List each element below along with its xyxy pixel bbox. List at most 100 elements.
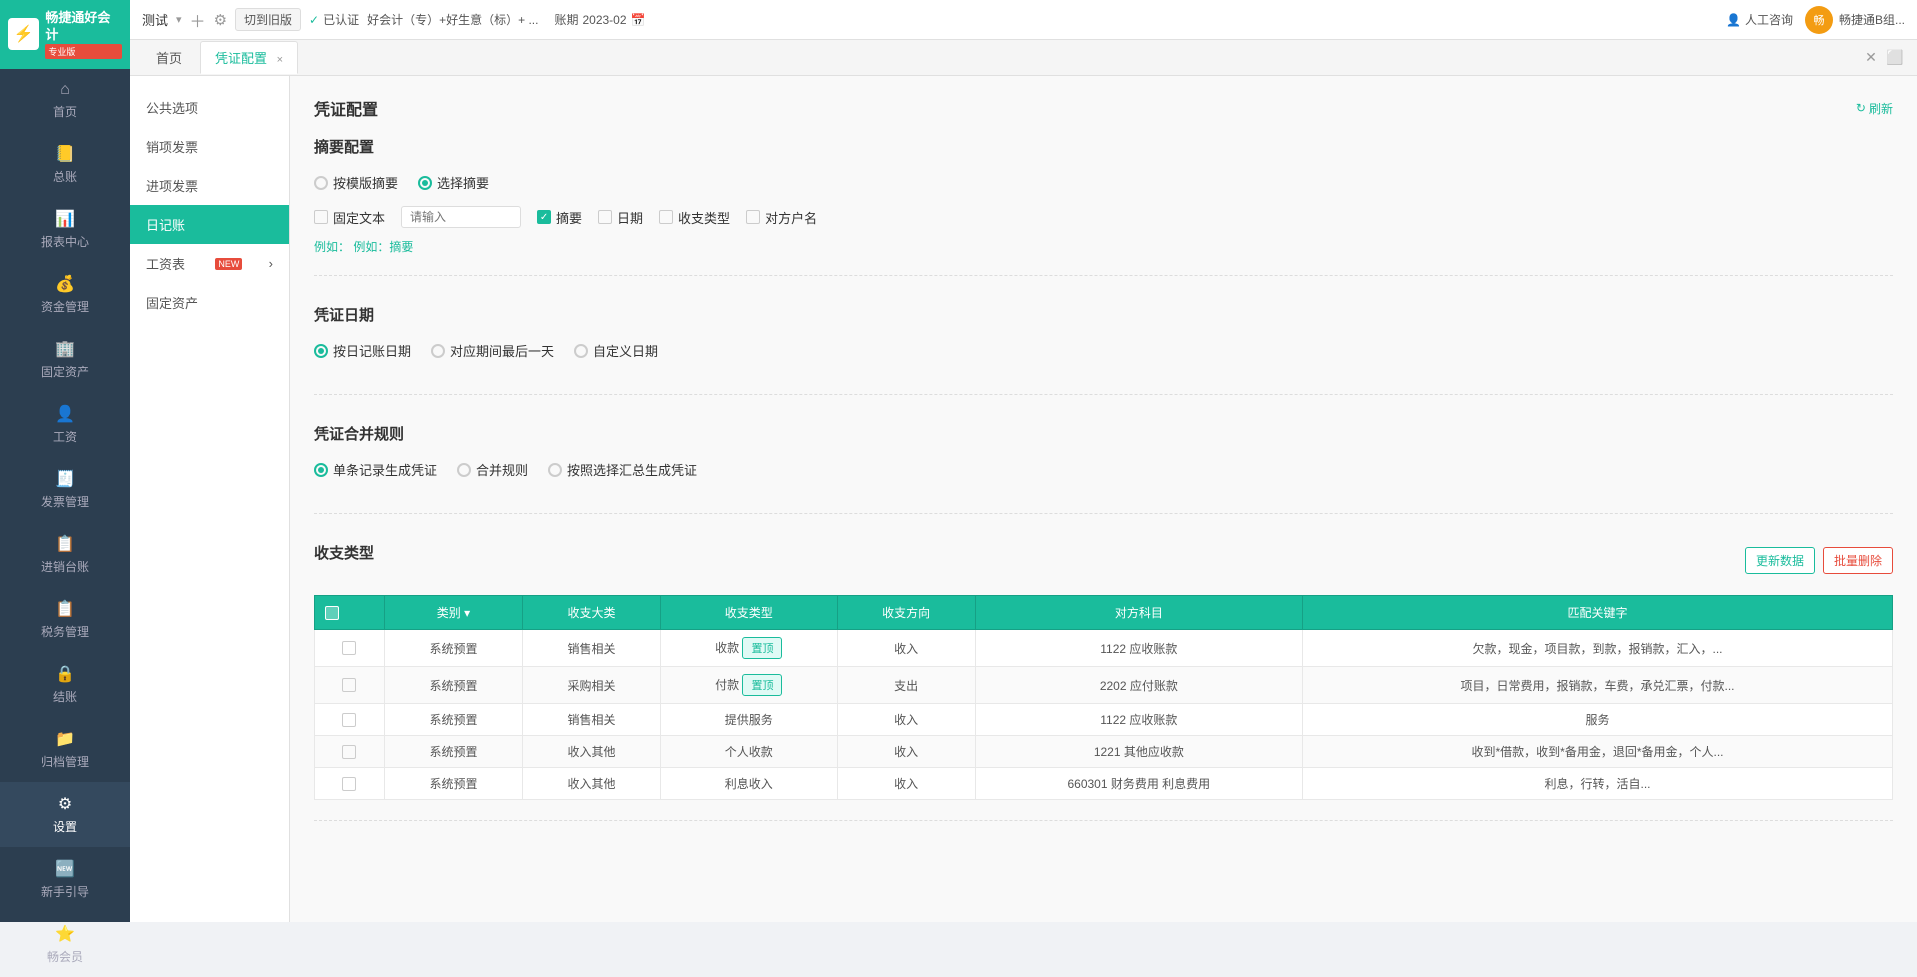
left-nav-fixed-assets-label: 固定资产 [146,293,198,312]
sidebar-item-archive-label: 归档管理 [41,753,89,770]
example-text: 例如： 例如：摘要 [314,238,1893,255]
sidebar-item-close[interactable]: 🔒 结账 [0,652,130,717]
fixed-text-checkbox [314,210,328,224]
single-record-dot [318,467,324,473]
left-nav: 公共选项 销项发票 进项发票 日记账 工资表 NEW › 固定资产 [130,76,290,922]
sidebar-item-funds-label: 资金管理 [41,298,89,315]
company-dropdown-arrow[interactable]: ▾ [176,13,182,26]
help-button[interactable]: 👤 人工咨询 [1726,11,1793,28]
row-account-1: 1122 应收账款 [975,630,1302,667]
row-checkbox-1[interactable] [315,630,385,667]
sidebar-item-guide-label: 新手引导 [41,883,89,900]
sidebar-item-tax[interactable]: 📋 税务管理 [0,587,130,652]
sidebar-item-reports[interactable]: 📊 报表中心 [0,197,130,262]
merge-rules-title: 凭证合并规则 [314,423,1893,444]
row-keywords-1: 欠款，现金，项目款，到款，报销款，汇入，... [1303,630,1893,667]
row-account-5: 660301 财务费用 利息费用 [975,768,1302,800]
th-keywords: 匹配关键字 [1303,596,1893,630]
th-checkbox[interactable] [315,596,385,630]
period-label: 账期 [554,11,578,28]
sidebar-item-salary-label: 工资 [53,428,77,445]
topbar-settings-icon[interactable]: ⚙ [214,11,227,29]
radio-custom-date[interactable]: 自定义日期 [574,341,658,360]
checkbox-fixed-text[interactable]: 固定文本 [314,208,385,227]
sidebar-item-archive[interactable]: 📁 归档管理 [0,717,130,782]
voucher-date-title: 凭证日期 [314,304,1893,325]
batch-delete-button[interactable]: 批量删除 [1823,547,1893,574]
tab-home-label: 首页 [156,51,182,66]
checkbox-counterparty[interactable]: 对方户名 [746,208,817,227]
row-type-5: 利息收入 [660,768,837,800]
row-keywords-4: 收到*借款，收到*备用金，退回*备用金，个人... [1303,736,1893,768]
radio-journal-date[interactable]: 按日记账日期 [314,341,411,360]
row-type-1: 收款 置顶 [660,630,837,667]
table-row: 系统预置 销售相关 提供服务 收入 1122 应收账款 服务 [315,704,1893,736]
tab-home[interactable]: 首页 [142,42,196,73]
tab-voucher-config[interactable]: 凭证配置 × [200,41,298,74]
period-area: 账期 2023-02 📅 [554,11,645,28]
left-nav-item-public[interactable]: 公共选项 [130,88,289,127]
voucher-date-radio-group: 按日记账日期 对应期间最后一天 自定义日期 [314,341,1893,360]
sidebar-item-guide[interactable]: 🆕 新手引导 [0,847,130,912]
switch-version-button[interactable]: 切到旧版 [235,8,301,31]
calendar-icon[interactable]: 📅 [631,13,646,27]
radio-period-last-day[interactable]: 对应期间最后一天 [431,341,554,360]
help-label: 人工咨询 [1745,11,1793,28]
date-label: 日期 [617,208,643,227]
example-value: 例如：摘要 [353,240,413,254]
sidebar-item-settings[interactable]: ⚙ 设置 [0,782,130,847]
left-nav-purchase-invoice-label: 进项发票 [146,176,198,195]
row-account-4: 1221 其他应收款 [975,736,1302,768]
sidebar-item-home[interactable]: ⌂ 首页 [0,69,130,132]
radio-template-summary[interactable]: 按模版摘要 [314,173,398,192]
invoice-icon: 🧾 [55,469,75,489]
left-nav-item-purchase-invoice[interactable]: 进项发票 [130,166,289,205]
sidebar-item-salary[interactable]: 👤 工资 [0,392,130,457]
radio-select-label: 选择摘要 [437,173,489,192]
income-expense-header: 收支类型 更新数据 批量删除 [314,542,1893,579]
row-category-5: 系统预置 [384,768,522,800]
left-nav-item-journal[interactable]: 日记账 [130,205,289,244]
refresh-button[interactable]: ↻ 刷新 [1856,100,1893,117]
custom-date-circle [574,344,588,358]
radio-select-summary[interactable]: 选择摘要 [418,173,489,192]
left-nav-payroll-label: 工资表 [146,254,185,273]
row-checkbox-4[interactable] [315,736,385,768]
update-data-button[interactable]: 更新数据 [1745,547,1815,574]
tag-top-button-1[interactable]: 置顶 [742,637,782,659]
radio-merge-rule[interactable]: 合并规则 [457,460,528,479]
left-nav-item-sales-invoice[interactable]: 销项发票 [130,127,289,166]
example-prefix: 例如： [314,240,350,254]
radio-aggregate[interactable]: 按照选择汇总生成凭证 [548,460,697,479]
sidebar-item-invoice[interactable]: 🧾 发票管理 [0,457,130,522]
add-button[interactable]: ＋ [190,8,206,32]
merge-rule-circle [457,463,471,477]
row-type-4: 个人收款 [660,736,837,768]
left-nav-item-fixed-assets[interactable]: 固定资产 [130,283,289,322]
sidebar-item-assets[interactable]: 🏢 固定资产 [0,327,130,392]
row-checkbox-3[interactable] [315,704,385,736]
sidebar-item-ledger[interactable]: 📒 总账 [0,132,130,197]
checkbox-summary[interactable]: ✓ 摘要 [537,208,582,227]
select-all-checkbox[interactable] [325,606,339,620]
merge-rules-section: 凭证合并规则 单条记录生成凭证 合并规则 按照选择汇总生成凭证 [314,423,1893,514]
table-row: 系统预置 销售相关 收款 置顶 收入 1122 应收账款 欠款，现金，项目款，到… [315,630,1893,667]
payroll-expand-icon: › [269,256,273,271]
tag-top-button-2[interactable]: 置顶 [742,674,782,696]
left-nav-item-payroll[interactable]: 工资表 NEW › [130,244,289,283]
period-value: 2023-02 [582,13,626,27]
th-account: 对方科目 [975,596,1302,630]
radio-single-record[interactable]: 单条记录生成凭证 [314,460,437,479]
window-maximize-button[interactable]: ⬜ [1885,48,1905,68]
row-checkbox-5[interactable] [315,768,385,800]
checkbox-income-type[interactable]: 收支类型 [659,208,730,227]
window-close-button[interactable]: ✕ [1861,48,1881,68]
tab-close-icon[interactable]: × [277,54,283,66]
summary-checkbox-box: ✓ [537,210,551,224]
company-name: 测试 [142,10,168,29]
row-checkbox-2[interactable] [315,667,385,704]
checkbox-date[interactable]: 日期 [598,208,643,227]
fixed-text-input[interactable] [401,206,521,228]
sidebar-item-funds[interactable]: 💰 资金管理 [0,262,130,327]
sidebar-item-purchasesales[interactable]: 📋 进销台账 [0,522,130,587]
